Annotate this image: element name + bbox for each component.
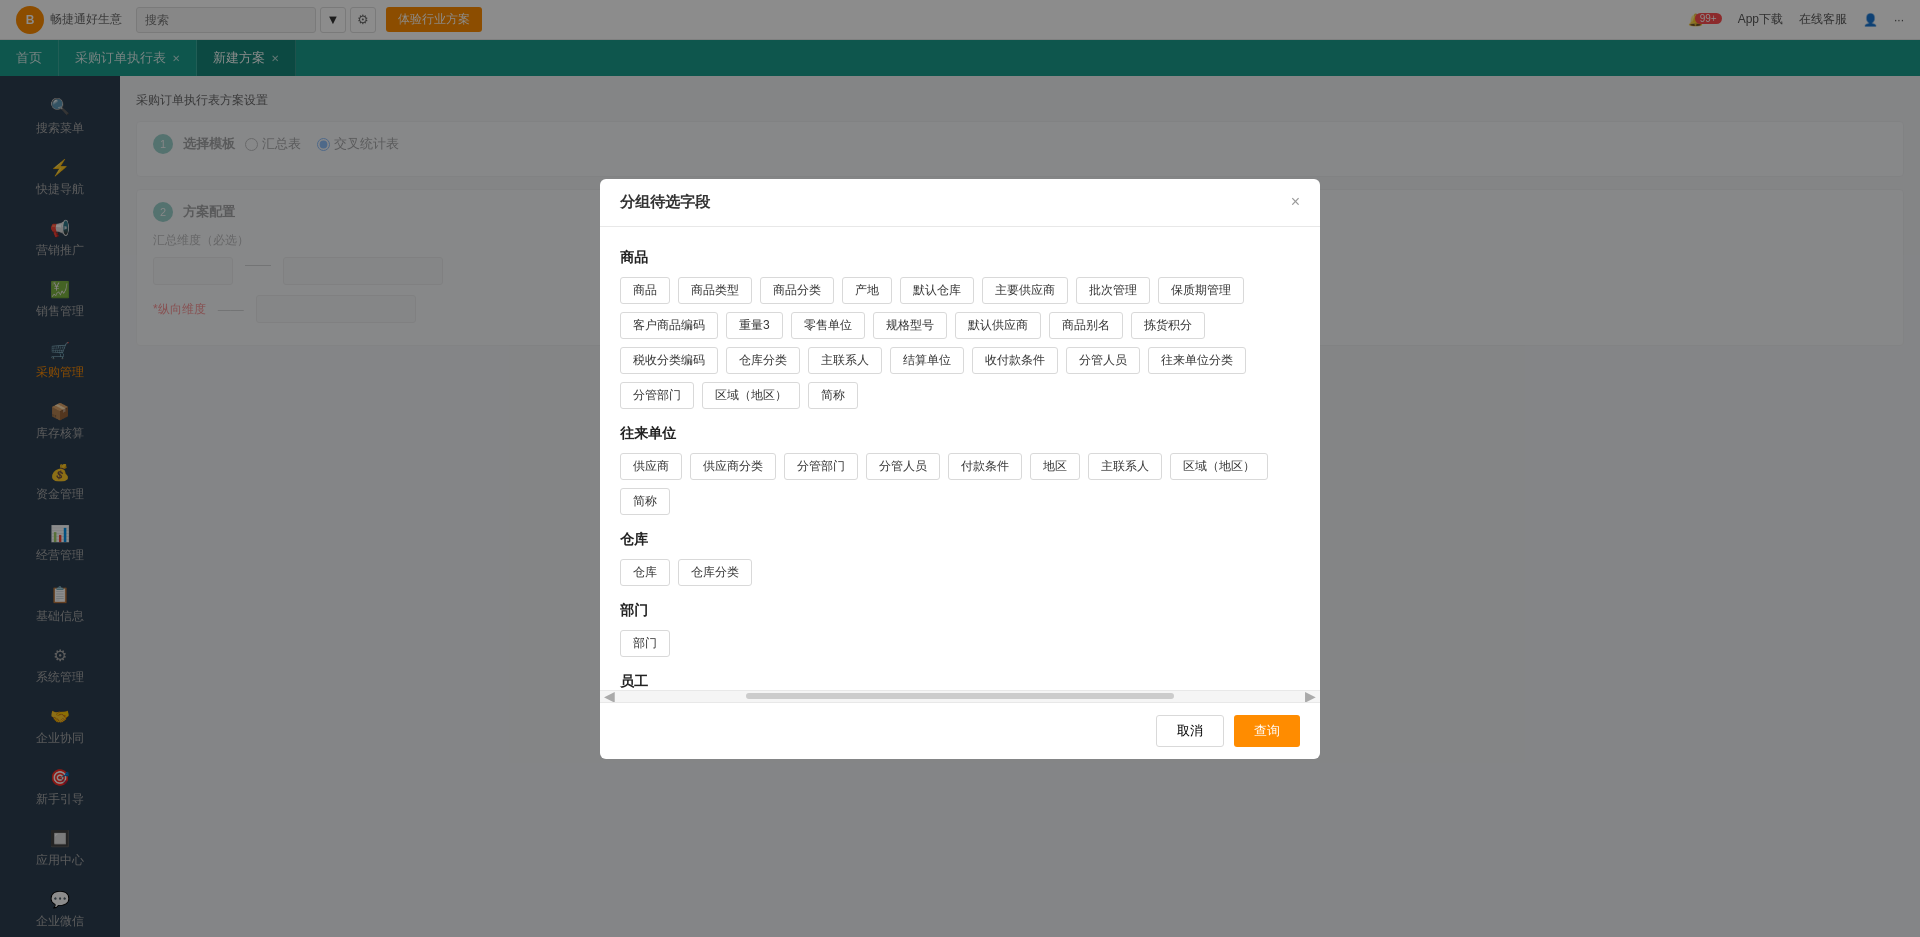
field-tags-partner: 供应商 供应商分类 分管部门 分管人员 付款条件 地区 主联系人 区域（地区） …	[620, 453, 1300, 515]
field-tag-warehouse-1[interactable]: 仓库分类	[678, 559, 752, 586]
field-tag-goods-20[interactable]: 分管人员	[1066, 347, 1140, 374]
cancel-button[interactable]: 取消	[1156, 715, 1224, 747]
hscroll-thumb[interactable]	[746, 693, 1173, 699]
field-tag-goods-18[interactable]: 结算单位	[890, 347, 964, 374]
field-tag-goods-8[interactable]: 客户商品编码	[620, 312, 718, 339]
field-tags-warehouse: 仓库 仓库分类	[620, 559, 1300, 586]
modal-body: 商品 商品 商品类型 商品分类 产地 默认仓库 主要供应商 批次管理 保质期管理…	[600, 227, 1320, 690]
field-tag-dept-0[interactable]: 部门	[620, 630, 670, 657]
modal-overlay: 分组待选字段 × 商品 商品 商品类型 商品分类 产地 默认仓库 主要供应商 批…	[0, 0, 1920, 937]
section-title-dept: 部门	[620, 602, 1300, 620]
field-tag-warehouse-0[interactable]: 仓库	[620, 559, 670, 586]
field-tag-goods-2[interactable]: 商品分类	[760, 277, 834, 304]
field-tag-partner-7[interactable]: 区域（地区）	[1170, 453, 1268, 480]
modal-hscrollbar[interactable]: ◀ ▶	[600, 690, 1320, 702]
field-tag-goods-15[interactable]: 税收分类编码	[620, 347, 718, 374]
field-tag-goods-0[interactable]: 商品	[620, 277, 670, 304]
field-tag-partner-6[interactable]: 主联系人	[1088, 453, 1162, 480]
field-tag-goods-10[interactable]: 零售单位	[791, 312, 865, 339]
field-tag-goods-5[interactable]: 主要供应商	[982, 277, 1068, 304]
field-tag-partner-0[interactable]: 供应商	[620, 453, 682, 480]
modal-title: 分组待选字段	[620, 193, 710, 212]
field-tag-goods-12[interactable]: 默认供应商	[955, 312, 1041, 339]
section-title-staff: 员工	[620, 673, 1300, 690]
field-tag-partner-8[interactable]: 简称	[620, 488, 670, 515]
modal-close-btn[interactable]: ×	[1291, 193, 1300, 211]
field-tag-goods-9[interactable]: 重量3	[726, 312, 783, 339]
field-tag-partner-5[interactable]: 地区	[1030, 453, 1080, 480]
field-tags-goods: 商品 商品类型 商品分类 产地 默认仓库 主要供应商 批次管理 保质期管理 客户…	[620, 277, 1300, 409]
field-tag-goods-19[interactable]: 收付款条件	[972, 347, 1058, 374]
section-title-warehouse: 仓库	[620, 531, 1300, 549]
field-tag-goods-6[interactable]: 批次管理	[1076, 277, 1150, 304]
field-tag-goods-22[interactable]: 分管部门	[620, 382, 694, 409]
modal-footer: 取消 查询	[600, 702, 1320, 759]
field-tag-goods-16[interactable]: 仓库分类	[726, 347, 800, 374]
field-tag-partner-1[interactable]: 供应商分类	[690, 453, 776, 480]
section-title-partner: 往来单位	[620, 425, 1300, 443]
field-tag-goods-24[interactable]: 简称	[808, 382, 858, 409]
field-tag-partner-4[interactable]: 付款条件	[948, 453, 1022, 480]
field-tag-goods-13[interactable]: 商品别名	[1049, 312, 1123, 339]
field-select-modal: 分组待选字段 × 商品 商品 商品类型 商品分类 产地 默认仓库 主要供应商 批…	[600, 179, 1320, 759]
section-title-goods: 商品	[620, 249, 1300, 267]
field-tag-goods-1[interactable]: 商品类型	[678, 277, 752, 304]
field-tag-goods-3[interactable]: 产地	[842, 277, 892, 304]
field-tags-dept: 部门	[620, 630, 1300, 657]
field-tag-goods-7[interactable]: 保质期管理	[1158, 277, 1244, 304]
field-tag-partner-2[interactable]: 分管部门	[784, 453, 858, 480]
field-tag-partner-3[interactable]: 分管人员	[866, 453, 940, 480]
field-tag-goods-4[interactable]: 默认仓库	[900, 277, 974, 304]
field-tag-goods-23[interactable]: 区域（地区）	[702, 382, 800, 409]
confirm-button[interactable]: 查询	[1234, 715, 1300, 747]
field-tag-goods-14[interactable]: 拣货积分	[1131, 312, 1205, 339]
field-tag-goods-11[interactable]: 规格型号	[873, 312, 947, 339]
modal-header: 分组待选字段 ×	[600, 179, 1320, 227]
field-tag-goods-17[interactable]: 主联系人	[808, 347, 882, 374]
field-tag-goods-21[interactable]: 往来单位分类	[1148, 347, 1246, 374]
